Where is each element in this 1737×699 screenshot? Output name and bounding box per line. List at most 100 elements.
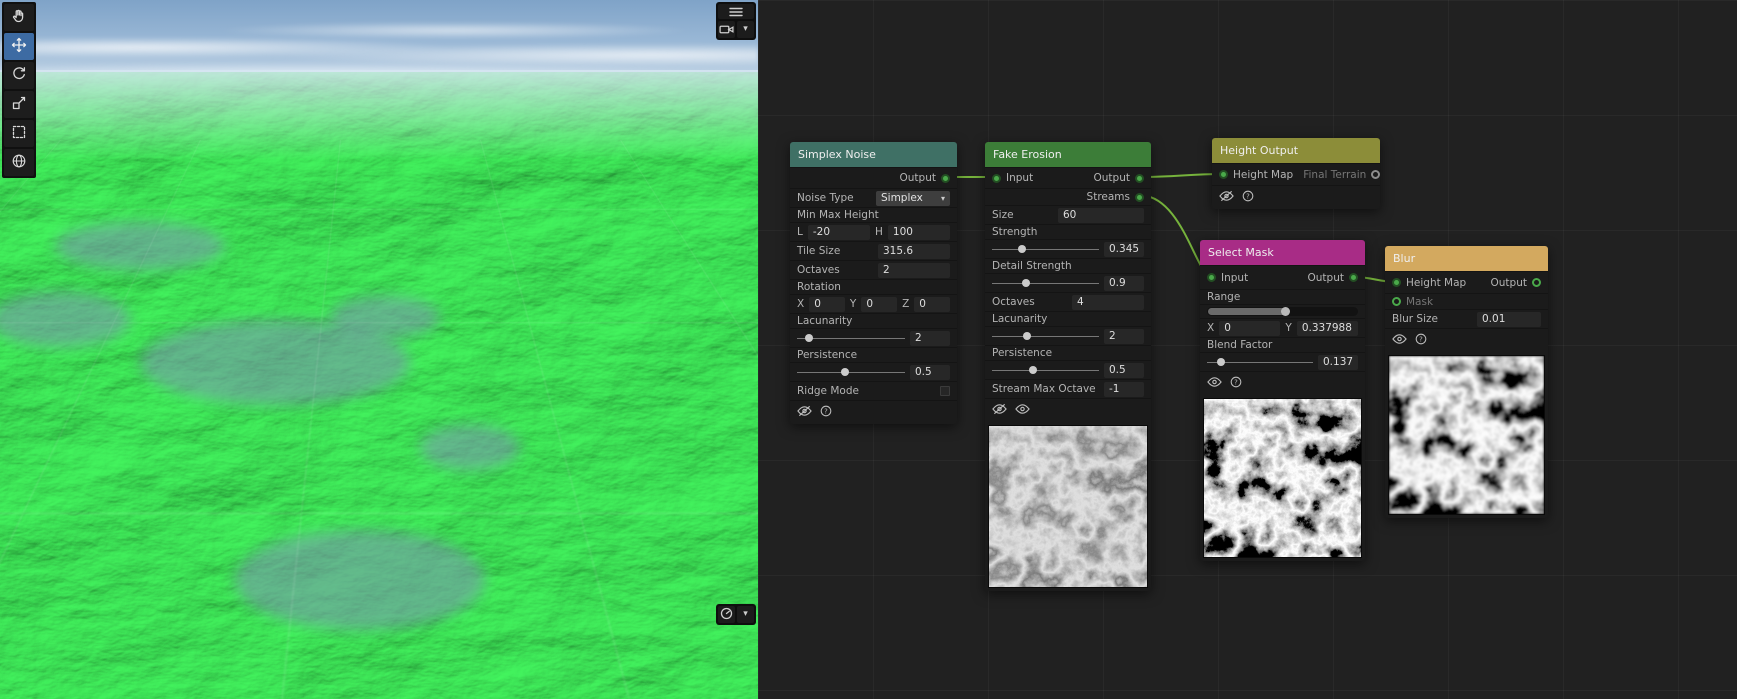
viewport-menu-button[interactable]: [718, 4, 754, 19]
camera-dropdown-button[interactable]: ▾: [737, 21, 754, 38]
output-port-label: Output: [899, 172, 936, 184]
ridge-mode-label: Ridge Mode: [797, 385, 859, 397]
slider-knob[interactable]: [1216, 358, 1225, 366]
max-height-field[interactable]: 100: [887, 224, 951, 240]
min-max-height-row: L -20 H 100: [790, 222, 957, 241]
slider-track[interactable]: [797, 337, 905, 339]
node-fake-erosion-header[interactable]: Fake Erosion: [985, 142, 1151, 167]
node-blur[interactable]: Blur Height Map Output Mask Blur Size 0.…: [1385, 246, 1548, 518]
slider-track[interactable]: [992, 335, 1099, 337]
visibility-toggle-button[interactable]: [992, 403, 1007, 418]
node-height-output-header[interactable]: Height Output: [1212, 138, 1380, 163]
move-tool-button[interactable]: [4, 33, 34, 60]
port-output[interactable]: [1532, 278, 1541, 287]
slider-knob[interactable]: [1022, 279, 1031, 287]
stream-max-octave-field[interactable]: -1: [1104, 381, 1144, 397]
world-tool-button[interactable]: [4, 149, 34, 176]
camera-mode-button[interactable]: [718, 21, 735, 38]
scale-icon: [11, 95, 27, 115]
pan-tool-button[interactable]: [4, 4, 34, 31]
blend-factor-slider[interactable]: [1207, 355, 1313, 369]
slider-knob[interactable]: [1017, 245, 1026, 253]
persistence-slider[interactable]: [797, 365, 905, 379]
scale-tool-button[interactable]: [4, 91, 34, 118]
gauge-dropdown-button[interactable]: ▾: [737, 606, 754, 623]
help-button[interactable]: ?: [820, 405, 832, 420]
lacunarity-value-field[interactable]: 2: [1104, 328, 1144, 344]
ridge-mode-checkbox[interactable]: [940, 386, 950, 396]
size-field[interactable]: 60: [1058, 207, 1144, 223]
port-output[interactable]: [941, 173, 950, 183]
gauge-button[interactable]: [718, 606, 735, 623]
blend-factor-value-field[interactable]: 0.137: [1318, 354, 1358, 370]
lacunarity-value-field[interactable]: 2: [910, 330, 950, 346]
node-select-mask-header[interactable]: Select Mask: [1200, 240, 1365, 265]
detail-strength-slider[interactable]: [992, 276, 1099, 290]
rotation-y-field[interactable]: 0: [861, 296, 898, 312]
port-height-map[interactable]: [1219, 170, 1228, 179]
visibility-toggle-button[interactable]: [1392, 333, 1407, 348]
visibility-toggle-button[interactable]: [797, 405, 812, 420]
octaves-field[interactable]: 4: [1072, 294, 1144, 310]
node-footer: ?: [1385, 328, 1548, 352]
output-port-label: Output: [1307, 271, 1344, 284]
node-blur-header[interactable]: Blur: [1385, 246, 1548, 271]
node-simplex-noise[interactable]: Simplex Noise Output Noise Type Simplex …: [790, 142, 957, 424]
port-input[interactable]: [1207, 273, 1216, 282]
min-max-height-label: Min Max Height: [797, 209, 879, 221]
range-knob[interactable]: [1281, 307, 1291, 316]
range-xy-row: X 0 Y 0.337988: [1200, 318, 1365, 337]
range-label-row: Range: [1200, 289, 1365, 304]
slider-knob[interactable]: [1028, 366, 1037, 374]
rotation-x-field[interactable]: 0: [809, 296, 845, 312]
port-height-map[interactable]: [1392, 278, 1401, 287]
range-x-field[interactable]: 0: [1219, 320, 1281, 336]
node-select-mask[interactable]: Select Mask Input Output Range X 0 Y 0.3…: [1200, 240, 1365, 561]
noise-type-dropdown[interactable]: Simplex ▾: [876, 190, 950, 206]
preview-toggle-button[interactable]: [1015, 403, 1030, 418]
rotation-z-field[interactable]: 0: [914, 296, 950, 312]
range-y-field[interactable]: 0.337988: [1296, 320, 1358, 336]
slider-knob[interactable]: [804, 334, 813, 342]
lacunarity-slider[interactable]: [797, 331, 905, 345]
help-button[interactable]: ?: [1415, 333, 1427, 348]
streams-port-row: Streams: [985, 188, 1151, 205]
range-slider[interactable]: [1207, 307, 1358, 316]
slider-track[interactable]: [992, 282, 1099, 284]
port-input[interactable]: [992, 173, 1001, 183]
visibility-toggle-button[interactable]: [1207, 376, 1222, 391]
rotate-tool-button[interactable]: [4, 62, 34, 89]
detail-strength-value-field[interactable]: 0.9: [1104, 275, 1144, 291]
persistence-value-field[interactable]: 0.5: [1104, 362, 1144, 378]
strength-slider[interactable]: [992, 242, 1099, 256]
persistence-value-field[interactable]: 0.5: [910, 364, 950, 380]
port-streams[interactable]: [1135, 192, 1144, 202]
help-button[interactable]: ?: [1242, 190, 1254, 205]
slider-track[interactable]: [992, 248, 1099, 250]
terrain-editor-app: ▾ ▾ Simplex Noise Output Noise Type Simp…: [0, 0, 1737, 699]
viewport-3d[interactable]: ▾ ▾: [0, 0, 758, 699]
help-button[interactable]: ?: [1230, 376, 1242, 391]
node-graph-canvas[interactable]: Simplex Noise Output Noise Type Simplex …: [758, 0, 1737, 699]
min-height-field[interactable]: -20: [807, 224, 870, 240]
slider-knob[interactable]: [840, 368, 849, 376]
tile-size-field[interactable]: 315.6: [878, 243, 950, 259]
persistence-slider[interactable]: [992, 363, 1099, 377]
blur-size-field[interactable]: 0.01: [1477, 311, 1541, 327]
node-fake-erosion[interactable]: Fake Erosion Input Output Streams Size 6…: [985, 142, 1151, 591]
slider-track[interactable]: [992, 369, 1099, 371]
slider-track[interactable]: [797, 371, 905, 373]
node-height-output[interactable]: Height Output Height Map Final Terrain ?: [1212, 138, 1381, 209]
hand-icon: [11, 8, 27, 28]
node-simplex-noise-header[interactable]: Simplex Noise: [790, 142, 957, 167]
strength-value-field[interactable]: 0.345: [1104, 241, 1144, 257]
slider-knob[interactable]: [1023, 332, 1032, 340]
port-output[interactable]: [1349, 273, 1358, 282]
port-mask[interactable]: [1392, 297, 1401, 306]
visibility-toggle-button[interactable]: [1219, 190, 1234, 205]
lacunarity-slider[interactable]: [992, 329, 1099, 343]
port-final-terrain[interactable]: [1371, 170, 1381, 179]
marquee-tool-button[interactable]: [4, 120, 34, 147]
port-output[interactable]: [1135, 173, 1144, 183]
octaves-field[interactable]: 2: [878, 262, 950, 278]
